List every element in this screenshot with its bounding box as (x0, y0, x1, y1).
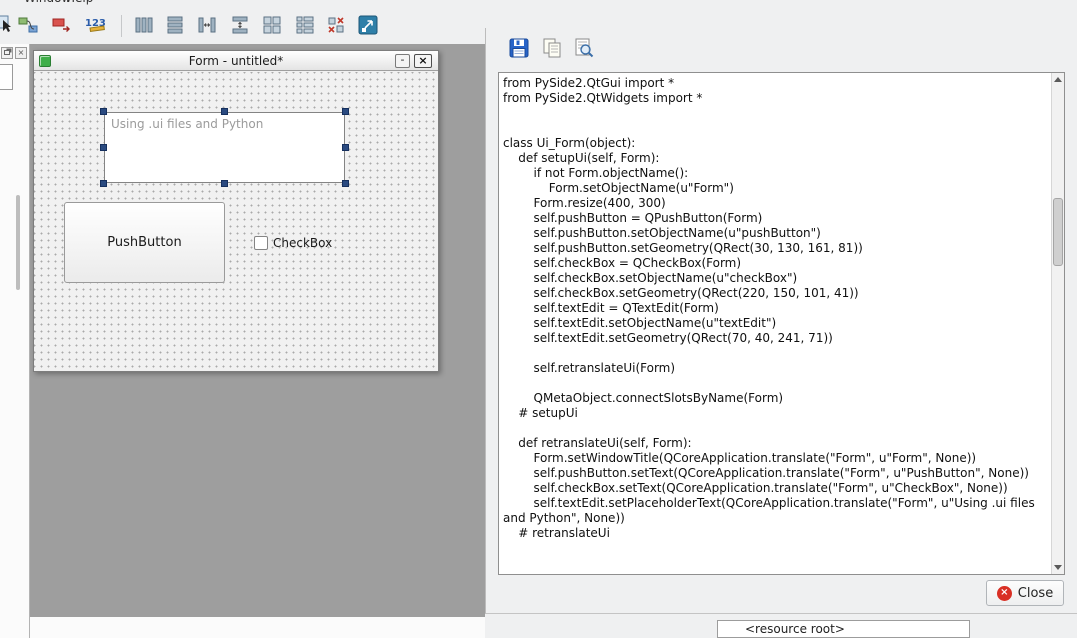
bottom-panel-fragment (30, 617, 485, 638)
break-layout-button[interactable] (323, 11, 349, 39)
edit-tab-order-button[interactable]: 123 (83, 11, 109, 39)
form-titlebar[interactable]: Form - untitled* - × (34, 51, 438, 71)
widget-box-dock: × (0, 44, 30, 638)
code-area: from PySide2.QtGui import * from PySide2… (498, 72, 1065, 575)
close-button-label: Close (1018, 586, 1053, 601)
layout-form-button[interactable] (292, 11, 318, 39)
scroll-down-arrow[interactable] (1052, 561, 1064, 574)
textedit-placeholder: Using .ui files and Python (105, 113, 344, 135)
dock-float-icon (4, 50, 10, 55)
break-layout-icon (326, 15, 346, 35)
layout-splitter-vertical-button[interactable] (227, 11, 253, 39)
menu-help[interactable]: Help (66, 0, 93, 5)
resource-root-item[interactable]: <resource root> (717, 620, 970, 638)
checkbox-widget[interactable]: CheckBox (254, 222, 355, 263)
adjust-size-icon (358, 15, 379, 36)
layout-splitter-horizontal-button[interactable] (194, 11, 220, 39)
menu-window[interactable]: Window (24, 0, 71, 5)
layout-vertical-button[interactable] (162, 11, 188, 39)
edit-tab-order-icon: 123 (85, 15, 107, 35)
mdi-area: Form - untitled* - × Using .ui files and… (30, 44, 485, 617)
triangle-up-icon (1054, 77, 1062, 82)
widget-filter-input[interactable] (0, 64, 13, 90)
adjust-size-button[interactable] (355, 11, 381, 39)
dock-scrollbar[interactable] (16, 195, 20, 290)
selection-handle[interactable] (342, 108, 349, 115)
selection-handle[interactable] (221, 108, 228, 115)
form-window-title: Form - untitled* (34, 54, 438, 68)
code-vertical-scrollbar[interactable] (1051, 73, 1064, 574)
scrollbar-handle[interactable] (1053, 198, 1063, 266)
triangle-down-icon (1054, 565, 1062, 570)
layout-form-icon (295, 15, 315, 35)
generated-code-text: from PySide2.QtGui import * from PySide2… (499, 73, 1051, 574)
form-editor-window: Form - untitled* - × Using .ui files and… (33, 50, 439, 372)
toolbar-separator (121, 15, 122, 37)
textedit-widget[interactable]: Using .ui files and Python (104, 112, 345, 183)
edit-signals-slots-button[interactable] (15, 11, 41, 39)
layout-grid-button[interactable] (259, 11, 285, 39)
checkbox-indicator[interactable] (254, 236, 268, 250)
pushbutton-widget[interactable]: PushButton (64, 202, 225, 283)
edit-buddies-icon (52, 15, 72, 35)
edit-signals-slots-icon (18, 15, 38, 35)
find-button[interactable] (570, 34, 598, 62)
close-circle-icon: × (997, 586, 1012, 601)
dock-close-icon: × (18, 48, 25, 57)
dock-float-button[interactable] (1, 47, 13, 59)
save-icon (508, 37, 530, 59)
find-icon (573, 37, 595, 59)
save-button[interactable] (505, 34, 533, 62)
selection-handle[interactable] (100, 180, 107, 187)
edit-widgets-icon (0, 15, 15, 35)
selection-handle[interactable] (342, 144, 349, 151)
layout-splitter-vertical-icon (230, 15, 250, 35)
qt-designer-window: Window Help 123 (0, 0, 1077, 638)
menubar: Window Help (0, 0, 1077, 7)
code-preview-dialog: from PySide2.QtGui import * from PySide2… (485, 28, 1077, 614)
layout-vertical-icon (165, 15, 185, 35)
selection-handle[interactable] (342, 180, 349, 187)
layout-splitter-horizontal-icon (197, 15, 217, 35)
edit-buddies-button[interactable] (49, 11, 75, 39)
close-button[interactable]: × Close (986, 580, 1064, 606)
dock-close-button[interactable]: × (15, 47, 27, 59)
resource-browser-fragment: <resource root> (485, 614, 1077, 638)
form-minimize-button[interactable]: - (395, 54, 410, 68)
selection-handle[interactable] (221, 180, 228, 187)
layout-horizontal-button[interactable] (131, 11, 157, 39)
layout-grid-icon (262, 15, 282, 35)
form-canvas[interactable]: Using .ui files and Python PushButton Ch… (34, 72, 438, 371)
form-close-button[interactable]: × (414, 54, 432, 68)
selection-handle[interactable] (100, 108, 107, 115)
checkbox-label: CheckBox (273, 236, 332, 250)
copy-button[interactable] (538, 34, 566, 62)
layout-horizontal-icon (134, 15, 154, 35)
copy-icon (541, 37, 563, 59)
scroll-up-arrow[interactable] (1052, 73, 1064, 86)
selection-handle[interactable] (100, 144, 107, 151)
